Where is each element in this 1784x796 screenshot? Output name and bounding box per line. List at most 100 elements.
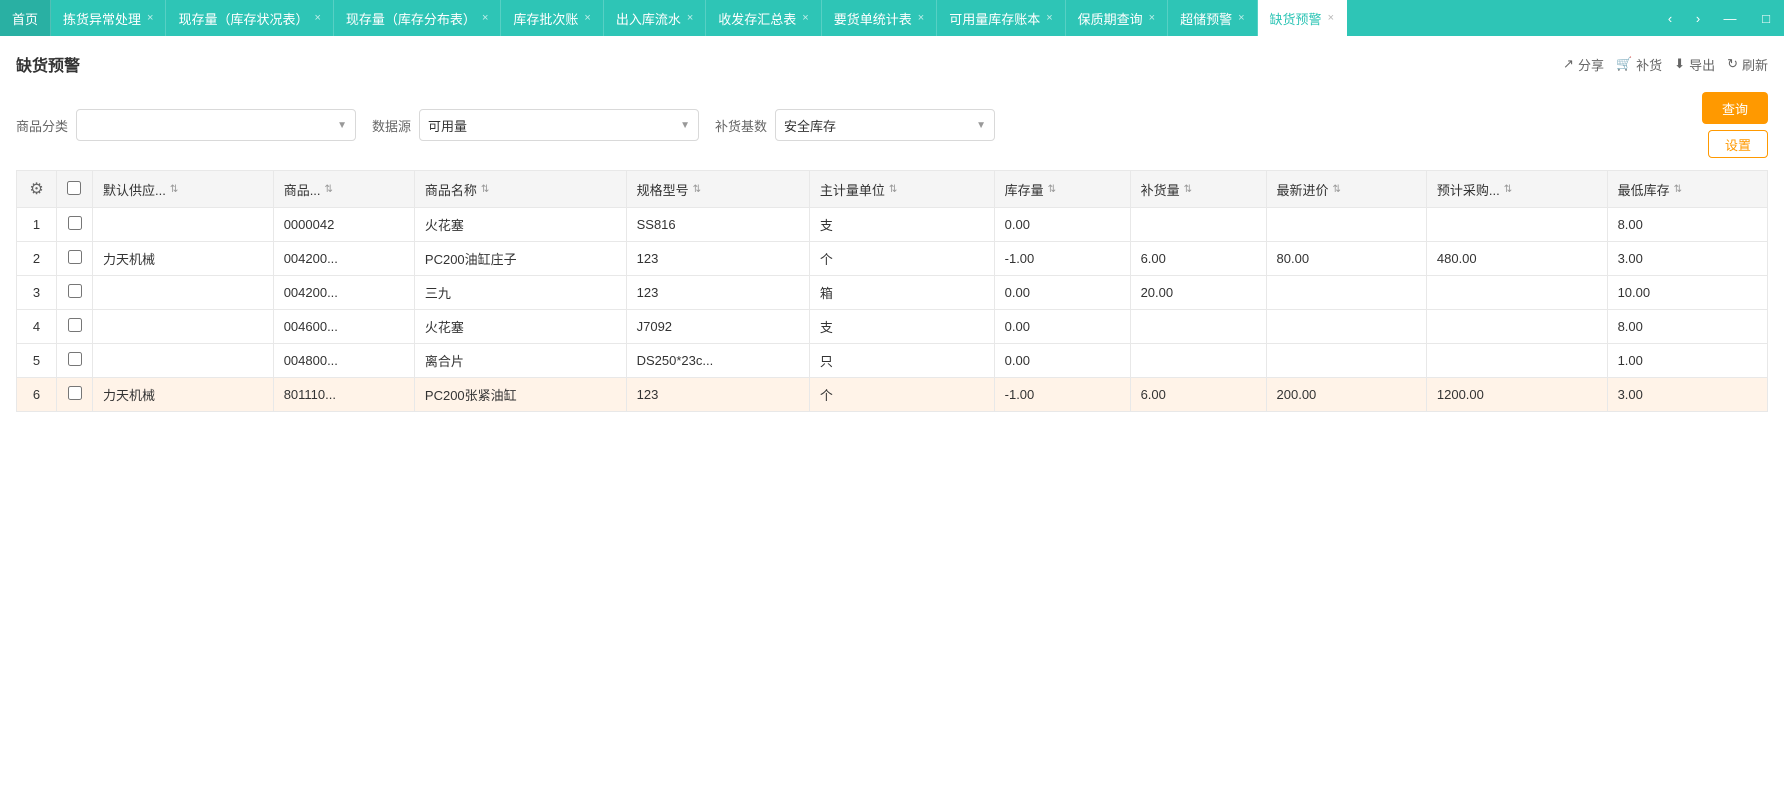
row-est-purchase <box>1426 344 1607 378</box>
replenish-action[interactable]: 🛒 补货 <box>1616 55 1662 74</box>
refresh-icon: ↻ <box>1727 56 1738 72</box>
tab-close-overstock[interactable]: × <box>1238 12 1244 24</box>
tab-nav-actions: ‹ › — □ <box>1656 11 1784 26</box>
row-checkbox[interactable] <box>68 250 82 264</box>
tab-minimize-btn[interactable]: — <box>1712 11 1748 26</box>
tab-close-inventory-dist[interactable]: × <box>482 12 488 24</box>
row-stock: 0.00 <box>994 276 1130 310</box>
category-select[interactable]: ▼ <box>76 109 356 141</box>
row-spec: SS816 <box>626 208 809 242</box>
select-all-checkbox[interactable] <box>67 181 81 195</box>
row-spec: 123 <box>626 242 809 276</box>
tab-inout-flow[interactable]: 出入库流水 × <box>604 0 706 36</box>
row-checkbox[interactable] <box>68 284 82 298</box>
row-checkbox-cell <box>57 208 93 242</box>
row-min-stock: 3.00 <box>1607 242 1767 276</box>
col-est-purchase[interactable]: 预计采购... ⇅ <box>1426 171 1607 208</box>
col-replenish-qty[interactable]: 补货量 ⇅ <box>1130 171 1266 208</box>
col-min-stock[interactable]: 最低库存 ⇅ <box>1607 171 1767 208</box>
col-product-code[interactable]: 商品... ⇅ <box>273 171 414 208</box>
row-checkbox-cell <box>57 242 93 276</box>
col-latest-price-label: 最新进价 <box>1277 180 1329 199</box>
col-gear[interactable]: ⚙ <box>17 171 57 208</box>
col-stock-sort-icon: ⇅ <box>1048 184 1056 195</box>
col-latest-price[interactable]: 最新进价 ⇅ <box>1266 171 1426 208</box>
table-row: 6 力天机械 801110... PC200张紧油缸 123 个 -1.00 6… <box>17 378 1768 412</box>
tab-batch-account[interactable]: 库存批次账 × <box>501 0 603 36</box>
tab-close-available-account[interactable]: × <box>1046 12 1052 24</box>
tab-shortage[interactable]: 缺货预警 × <box>1258 0 1347 36</box>
row-checkbox[interactable] <box>68 352 82 366</box>
col-supplier-label: 默认供应... <box>103 180 166 199</box>
replenish-base-select-value: 安全库存 <box>784 116 836 135</box>
tab-overstock[interactable]: 超储预警 × <box>1168 0 1257 36</box>
tab-abnormal[interactable]: 拣货异常处理 × <box>51 0 166 36</box>
row-spec: 123 <box>626 276 809 310</box>
tab-receipt-summary[interactable]: 收发存汇总表 × <box>706 0 821 36</box>
row-unit: 支 <box>809 208 994 242</box>
col-spec-sort-icon: ⇅ <box>693 184 701 195</box>
tab-expiry-query[interactable]: 保质期查询 × <box>1066 0 1168 36</box>
tab-inventory-dist[interactable]: 现存量（库存分布表） × <box>334 0 501 36</box>
col-latest-price-sort-icon: ⇅ <box>1333 184 1341 195</box>
row-replenish-qty: 6.00 <box>1130 242 1266 276</box>
row-checkbox[interactable] <box>68 386 82 400</box>
col-stock-label: 库存量 <box>1005 180 1044 199</box>
col-est-purchase-sort-icon: ⇅ <box>1504 184 1512 195</box>
col-unit[interactable]: 主计量单位 ⇅ <box>809 171 994 208</box>
filter-actions: 查询 设置 <box>1702 92 1768 158</box>
category-select-arrow: ▼ <box>337 120 347 131</box>
replenish-base-select-arrow: ▼ <box>976 120 986 131</box>
tab-order-stats[interactable]: 要货单统计表 × <box>822 0 937 36</box>
row-product-name: 三九 <box>414 276 626 310</box>
tab-home[interactable]: 首页 <box>0 0 51 36</box>
row-latest-price <box>1266 344 1426 378</box>
col-stock[interactable]: 库存量 ⇅ <box>994 171 1130 208</box>
share-icon: ↗ <box>1563 56 1574 72</box>
col-spec[interactable]: 规格型号 ⇅ <box>626 171 809 208</box>
row-spec: DS250*23c... <box>626 344 809 378</box>
query-button[interactable]: 查询 <box>1702 92 1768 124</box>
tab-close-inout-flow[interactable]: × <box>687 12 693 24</box>
refresh-action[interactable]: ↻ 刷新 <box>1727 55 1768 74</box>
tab-close-receipt-summary[interactable]: × <box>802 12 808 24</box>
tab-close-expiry-query[interactable]: × <box>1149 12 1155 24</box>
tab-close-inventory-status[interactable]: × <box>314 12 320 24</box>
table-body: 1 0000042 火花塞 SS816 支 0.00 8.00 2 力天机械 0… <box>17 208 1768 412</box>
col-product-code-label: 商品... <box>284 180 321 199</box>
tab-close-abnormal[interactable]: × <box>147 12 153 24</box>
replenish-base-select[interactable]: 安全库存 ▼ <box>775 109 995 141</box>
export-action[interactable]: ⬇ 导出 <box>1674 55 1715 74</box>
row-stock: 0.00 <box>994 344 1130 378</box>
datasource-select[interactable]: 可用量 ▼ <box>419 109 699 141</box>
settings-button[interactable]: 设置 <box>1708 130 1768 158</box>
share-action[interactable]: ↗ 分享 <box>1563 55 1604 74</box>
col-unit-label: 主计量单位 <box>820 180 885 199</box>
tab-available-account[interactable]: 可用量库存账本 × <box>937 0 1065 36</box>
row-product-code: 004200... <box>273 242 414 276</box>
tab-next-btn[interactable]: › <box>1684 11 1712 26</box>
row-product-name: 离合片 <box>414 344 626 378</box>
row-checkbox[interactable] <box>68 216 82 230</box>
gear-icon: ⚙ <box>29 181 43 198</box>
tab-prev-btn[interactable]: ‹ <box>1656 11 1684 26</box>
col-product-name[interactable]: 商品名称 ⇅ <box>414 171 626 208</box>
col-product-name-label: 商品名称 <box>425 180 477 199</box>
row-est-purchase: 480.00 <box>1426 242 1607 276</box>
tab-close-batch-account[interactable]: × <box>584 12 590 24</box>
row-checkbox[interactable] <box>68 318 82 332</box>
tab-maximize-btn[interactable]: □ <box>1748 11 1784 26</box>
row-spec: 123 <box>626 378 809 412</box>
table-row: 1 0000042 火花塞 SS816 支 0.00 8.00 <box>17 208 1768 242</box>
tab-inventory-status[interactable]: 现存量（库存状况表） × <box>166 0 333 36</box>
row-min-stock: 8.00 <box>1607 208 1767 242</box>
col-checkbox <box>57 171 93 208</box>
tab-close-order-stats[interactable]: × <box>918 12 924 24</box>
col-spec-label: 规格型号 <box>637 180 689 199</box>
tab-close-shortage[interactable]: × <box>1328 12 1334 24</box>
row-index: 5 <box>17 344 57 378</box>
col-supplier[interactable]: 默认供应... ⇅ <box>93 171 274 208</box>
row-unit: 只 <box>809 344 994 378</box>
row-latest-price: 80.00 <box>1266 242 1426 276</box>
row-min-stock: 10.00 <box>1607 276 1767 310</box>
